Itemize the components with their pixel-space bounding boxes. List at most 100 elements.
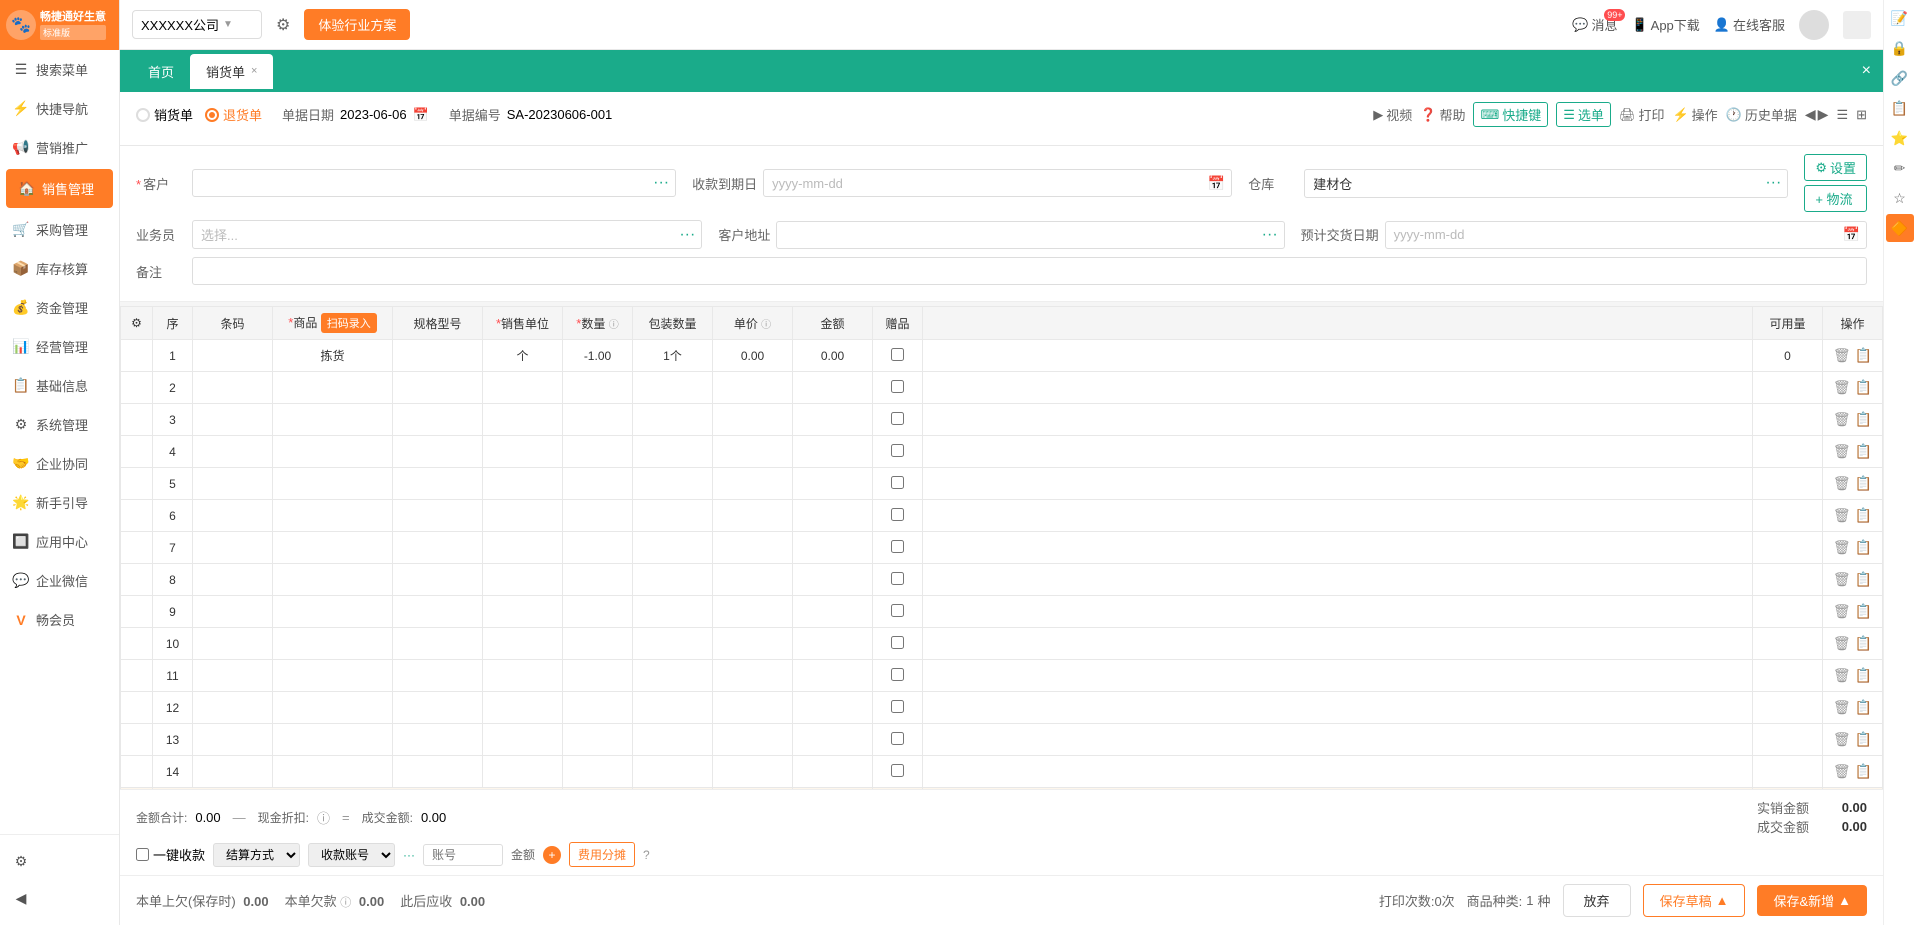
cell-desc[interactable] — [923, 564, 1753, 596]
tab-sales-order[interactable]: 销货单 × — [190, 54, 273, 89]
close-all-tabs-btn[interactable]: × — [1862, 62, 1871, 80]
cell-amount[interactable] — [793, 692, 873, 724]
cell-amount[interactable] — [793, 596, 873, 628]
copy-row-btn[interactable]: 📋 — [1855, 507, 1872, 524]
cell-unit[interactable] — [483, 372, 563, 404]
account-input[interactable] — [423, 844, 503, 866]
delivery-date-input[interactable]: yyyy-mm-dd 📅 — [1385, 221, 1867, 249]
delete-row-btn[interactable]: 🗑 — [1833, 507, 1851, 524]
gift-check[interactable] — [891, 668, 904, 681]
sidebar-item-search[interactable]: ☰ 搜索菜单 — [0, 50, 119, 89]
cell-desc[interactable] — [923, 532, 1753, 564]
delete-row-btn[interactable]: 🗑 — [1833, 731, 1851, 748]
cell-barcode[interactable] — [193, 628, 273, 660]
view-list-btn[interactable]: ☰ — [1836, 107, 1848, 123]
cell-unit[interactable] — [483, 628, 563, 660]
cell-spec[interactable] — [393, 532, 483, 564]
sidebar-item-wechat[interactable]: 💬 企业微信 — [0, 561, 119, 600]
cell-qty[interactable] — [563, 532, 633, 564]
sidebar-item-collab[interactable]: 🤝 企业协同 — [0, 444, 119, 483]
sidebar-item-member[interactable]: V 畅会员 — [0, 600, 119, 639]
cell-price[interactable] — [713, 500, 793, 532]
cell-product[interactable] — [273, 404, 393, 436]
right-panel-alert-btn[interactable]: 🔶 — [1886, 214, 1914, 242]
sidebar-item-guide[interactable]: 🌟 新手引导 — [0, 483, 119, 522]
gift-check[interactable] — [891, 764, 904, 777]
company-selector[interactable]: XXXXXX公司 ▼ — [132, 10, 262, 39]
gift-check[interactable] — [891, 732, 904, 745]
scan-button[interactable]: 扫码录入 — [321, 313, 377, 333]
cell-price[interactable] — [713, 756, 793, 788]
setting-button[interactable]: ⚙ 设置 — [1804, 154, 1867, 181]
cell-spec[interactable] — [393, 404, 483, 436]
cell-gift[interactable] — [873, 500, 923, 532]
cell-desc[interactable] — [923, 660, 1753, 692]
copy-row-btn[interactable]: 📋 — [1855, 347, 1872, 364]
cell-pkgqty[interactable]: 1个 — [633, 340, 713, 372]
cell-desc[interactable] — [923, 500, 1753, 532]
cell-price[interactable] — [713, 724, 793, 756]
cell-qty[interactable] — [563, 692, 633, 724]
cell-barcode[interactable] — [193, 340, 273, 372]
cell-product[interactable] — [273, 532, 393, 564]
sidebar-item-finance[interactable]: 💰 资金管理 — [0, 288, 119, 327]
nav-next-btn[interactable]: ▶ — [1818, 106, 1829, 123]
cell-pkgqty[interactable] — [633, 660, 713, 692]
expense-help-icon[interactable]: ? — [643, 848, 650, 862]
cell-unit[interactable] — [483, 404, 563, 436]
cell-barcode[interactable] — [193, 724, 273, 756]
cell-pkgqty[interactable] — [633, 468, 713, 500]
gift-check[interactable] — [891, 700, 904, 713]
cell-gift[interactable] — [873, 340, 923, 372]
view-grid-btn[interactable]: ⊞ — [1856, 107, 1867, 123]
gift-check[interactable] — [891, 380, 904, 393]
cell-spec[interactable] — [393, 724, 483, 756]
history-btn[interactable]: 🕐 历史单据 — [1726, 105, 1797, 124]
cell-pkgqty[interactable] — [633, 564, 713, 596]
cell-product[interactable] — [273, 692, 393, 724]
user-avatar[interactable] — [1799, 10, 1829, 40]
select-btn[interactable]: ☰ 选单 — [1556, 102, 1611, 127]
cell-price[interactable] — [713, 404, 793, 436]
th-settings[interactable]: ⚙ — [121, 307, 153, 340]
cell-product[interactable] — [273, 564, 393, 596]
cell-amount[interactable] — [793, 404, 873, 436]
cell-price[interactable] — [713, 372, 793, 404]
delete-row-btn[interactable]: 🗑 — [1833, 603, 1851, 620]
cell-qty[interactable] — [563, 468, 633, 500]
cell-gift[interactable] — [873, 372, 923, 404]
cell-spec[interactable] — [393, 692, 483, 724]
copy-row-btn[interactable]: 📋 — [1855, 411, 1872, 428]
right-panel-link-btn[interactable]: 🔗 — [1886, 64, 1914, 92]
shortcut-btn[interactable]: ⌨ 快捷键 — [1473, 102, 1548, 127]
nav-prev-btn[interactable]: ◀ — [1805, 106, 1816, 123]
topbar-gear-btn[interactable]: ⚙ — [272, 11, 294, 39]
copy-row-btn[interactable]: 📋 — [1855, 763, 1872, 780]
delete-row-btn[interactable]: 🗑 — [1833, 443, 1851, 460]
app-download-btn[interactable]: 📱 App下载 — [1631, 15, 1699, 34]
cell-desc[interactable] — [923, 372, 1753, 404]
sidebar-item-quick-nav[interactable]: ⚡ 快捷导航 — [0, 89, 119, 128]
cell-spec[interactable] — [393, 468, 483, 500]
cell-unit[interactable]: 个 — [483, 340, 563, 372]
one-click-pay-check[interactable] — [136, 848, 149, 861]
cell-price[interactable] — [713, 532, 793, 564]
cell-gift[interactable] — [873, 724, 923, 756]
right-panel-edit-btn[interactable]: ✏ — [1886, 154, 1914, 182]
cell-gift[interactable] — [873, 404, 923, 436]
cell-desc[interactable] — [923, 756, 1753, 788]
cell-product[interactable] — [273, 756, 393, 788]
trial-button[interactable]: 体验行业方案 — [304, 9, 410, 40]
cell-gift[interactable] — [873, 660, 923, 692]
sidebar-item-system[interactable]: ⚙ 系统管理 — [0, 405, 119, 444]
cell-gift[interactable] — [873, 436, 923, 468]
cell-spec[interactable] — [393, 756, 483, 788]
cell-unit[interactable] — [483, 500, 563, 532]
sidebar-item-purchase[interactable]: 🛒 采购管理 — [0, 210, 119, 249]
cell-gift[interactable] — [873, 468, 923, 500]
warehouse-input[interactable]: 建材仓 ··· — [1304, 169, 1788, 198]
cell-product[interactable] — [273, 724, 393, 756]
right-panel-star-btn[interactable]: ⭐ — [1886, 124, 1914, 152]
cell-spec[interactable] — [393, 372, 483, 404]
cell-pkgqty[interactable] — [633, 724, 713, 756]
